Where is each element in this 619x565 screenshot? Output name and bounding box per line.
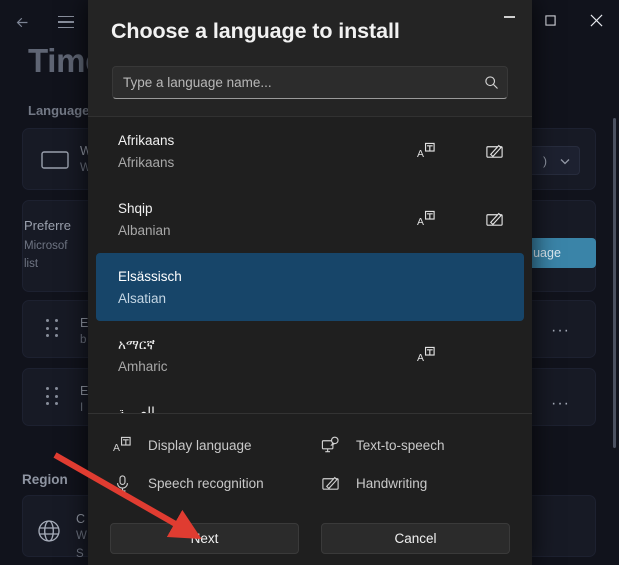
language-native-name: Afrikaans xyxy=(118,132,175,148)
hamburger-menu-icon[interactable] xyxy=(44,2,88,42)
minimize-button[interactable] xyxy=(492,4,526,30)
language-feature-icons: A xyxy=(414,139,524,163)
chevron-down-icon xyxy=(560,158,570,164)
settings-scrollbar[interactable] xyxy=(613,118,616,448)
add-a-language-label: uage xyxy=(533,246,561,260)
region-card-line1: W xyxy=(76,530,87,542)
microphone-icon xyxy=(110,471,134,495)
preferred-card-title: Preferre xyxy=(24,218,71,233)
svg-text:A: A xyxy=(417,217,424,228)
svg-text:A: A xyxy=(417,149,424,160)
region-card-line2: S xyxy=(76,548,84,560)
language-labels: Shqip Albanian xyxy=(96,196,414,243)
handwriting-icon xyxy=(482,207,506,231)
display-language-icon: A xyxy=(414,343,438,367)
list-item[interactable]: العربية Arabic A xyxy=(96,389,524,413)
language-search-box[interactable] xyxy=(112,66,508,99)
display-language-icon: A xyxy=(414,207,438,231)
next-button[interactable]: Next xyxy=(110,523,299,554)
region-card-title: C xyxy=(76,512,86,526)
lang-row-1-sub: b xyxy=(80,334,87,346)
language-native-name: العربية xyxy=(118,404,155,413)
language-native-name: አማርኛ xyxy=(118,336,155,352)
legend-label: Handwriting xyxy=(356,475,428,491)
list-item[interactable]: Afrikaans Afrikaans A xyxy=(96,117,524,185)
language-english-name: Alsatian xyxy=(118,291,167,307)
list-item-selected[interactable]: Elsässisch Alsatian xyxy=(96,253,524,321)
legend-label: Text-to-speech xyxy=(356,437,445,453)
section-heading-language: Language xyxy=(28,103,90,118)
legend-label: Speech recognition xyxy=(148,475,264,491)
preferred-card-line2: list xyxy=(24,258,39,270)
language-english-name: Afrikaans xyxy=(118,155,175,171)
legend-item-display-language: A Display language xyxy=(110,426,310,464)
handwriting-icon xyxy=(318,471,342,495)
dialog-actions: Next Cancel xyxy=(88,512,532,565)
language-feature-icons: A xyxy=(414,343,524,367)
window-controls xyxy=(527,0,619,40)
list-item[interactable]: አማርኛ Amharic A xyxy=(96,321,524,389)
language-english-name: Amharic xyxy=(118,359,168,375)
section-heading-region: Region xyxy=(22,472,68,487)
language-native-name: Elsässisch xyxy=(118,268,182,284)
language-labels: አማርኛ Amharic xyxy=(96,332,414,379)
svg-text:A: A xyxy=(113,443,120,454)
language-labels: العربية Arabic xyxy=(96,400,414,413)
drag-handle-icon[interactable] xyxy=(46,319,60,339)
dialog-header: Choose a language to install xyxy=(88,0,532,117)
display-language-icon: A xyxy=(414,139,438,163)
display-language-icon: A xyxy=(110,433,134,457)
language-labels: Afrikaans Afrikaans xyxy=(96,128,414,175)
lang-row-2-overflow-menu[interactable]: ··· xyxy=(551,396,570,412)
language-native-name: Shqip xyxy=(118,200,153,216)
lang-row-2-sub: I xyxy=(80,402,84,414)
search-icon[interactable] xyxy=(475,75,507,90)
language-labels: Elsässisch Alsatian xyxy=(96,264,506,311)
legend-item-text-to-speech: Text-to-speech xyxy=(318,426,518,464)
legend-item-handwriting: Handwriting xyxy=(318,464,518,502)
globe-icon xyxy=(36,518,62,544)
preferred-card-line1: Microsof xyxy=(24,240,68,252)
cancel-button[interactable]: Cancel xyxy=(321,523,510,554)
close-button[interactable] xyxy=(573,0,619,40)
language-list[interactable]: Afrikaans Afrikaans A Shqip Albanian A E… xyxy=(88,117,532,413)
feature-icon-placeholder xyxy=(482,343,506,367)
legend-item-speech-recognition: Speech recognition xyxy=(110,464,310,502)
dialog-title: Choose a language to install xyxy=(111,19,400,43)
language-feature-icons: A xyxy=(414,207,524,231)
screenshot-root: Time Language Region W W Preferre Micros… xyxy=(0,0,619,565)
list-item[interactable]: Shqip Albanian A xyxy=(96,185,524,253)
svg-text:A: A xyxy=(417,353,424,364)
handwriting-icon xyxy=(482,139,506,163)
lang-row-1-overflow-menu[interactable]: ··· xyxy=(551,323,570,339)
language-english-name: Albanian xyxy=(118,223,171,239)
search-input[interactable] xyxy=(113,75,475,90)
text-to-speech-icon xyxy=(318,433,342,457)
back-arrow-icon[interactable] xyxy=(0,2,44,42)
feature-legend: A Display language Text-to-speech Speech… xyxy=(88,413,532,512)
monitor-icon xyxy=(40,150,70,172)
drag-handle-icon[interactable] xyxy=(46,387,60,407)
dropdown-value: ) xyxy=(543,153,547,168)
legend-label: Display language xyxy=(148,437,252,453)
maximize-button[interactable] xyxy=(527,0,573,40)
choose-language-dialog: Choose a language to install Afrikaans A… xyxy=(88,0,532,565)
